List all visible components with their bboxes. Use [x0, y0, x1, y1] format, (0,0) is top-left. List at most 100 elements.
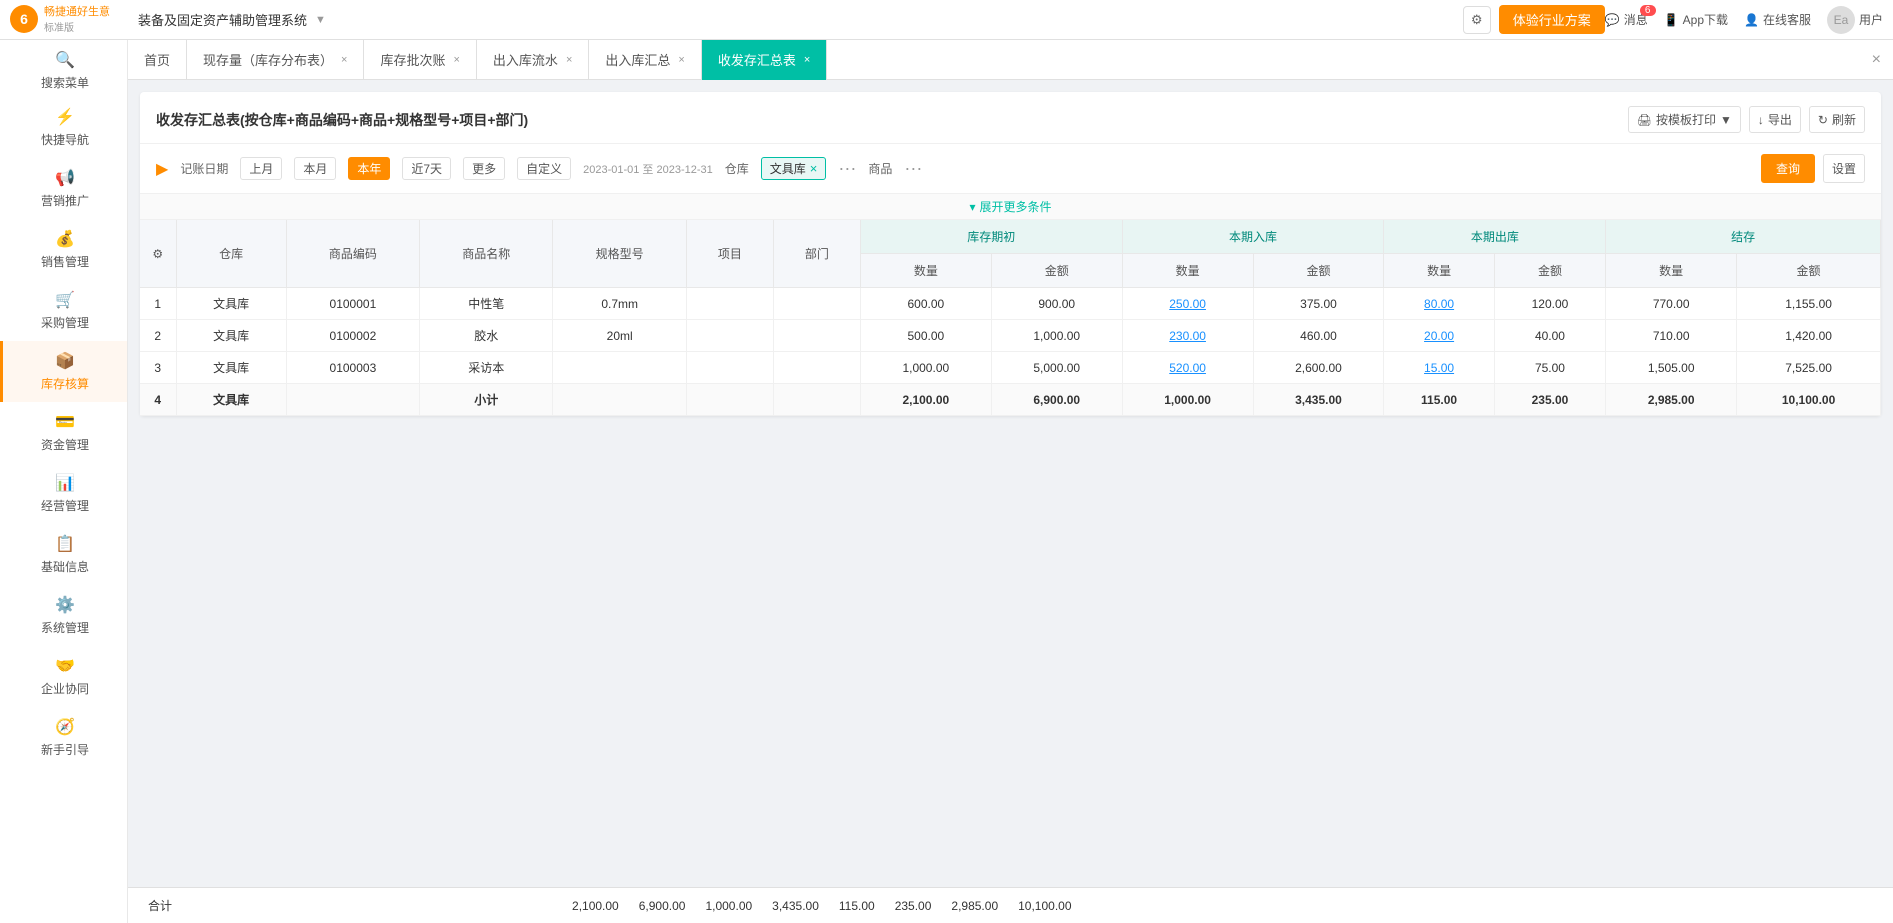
footer-out-qty: 115.00: [839, 899, 875, 913]
expand-icon: ▾: [969, 200, 975, 214]
main-area: 🔍 搜索菜单 ⚡ 快捷导航 📢 营销推广 💰 销售管理 🛒 采购管理 📦: [0, 40, 1893, 923]
th-dept: 部门: [773, 220, 860, 288]
top-bar: 6 畅捷通好生意 标准版 装备及固定资产辅助管理系统 ▼ ⚙ 体验行业方案 💬 …: [0, 0, 1893, 40]
query-button[interactable]: 查询: [1761, 154, 1815, 183]
content-card: 收发存汇总表(按仓库+商品编码+商品+规格型号+项目+部门) 🖨 按模板打印 ▼…: [140, 92, 1881, 416]
sidebar-item-system[interactable]: ⚙️ 系统管理: [0, 585, 127, 646]
th-out-amt: 金额: [1494, 254, 1606, 288]
sidebar-item-purchase[interactable]: 🛒 采购管理: [0, 280, 127, 341]
system-name: 装备及固定资产辅助管理系统: [138, 10, 307, 29]
page-title: 收发存汇总表(按仓库+商品编码+商品+规格型号+项目+部门): [156, 110, 528, 130]
app-download-item[interactable]: 📱 App下载: [1664, 11, 1728, 28]
tab-home[interactable]: 首页: [128, 40, 187, 80]
gear-button[interactable]: ⚙: [1463, 6, 1491, 34]
card-actions: 🖨 按模板打印 ▼ ↓ 导出 ↻ 刷新: [1628, 106, 1865, 133]
expand-button[interactable]: ▾ 展开更多条件: [969, 198, 1051, 215]
inventory-icon: 📦: [55, 351, 75, 371]
sidebar-item-search[interactable]: 🔍 搜索菜单: [0, 40, 127, 97]
footer-balance-amt: 10,100.00: [1018, 899, 1071, 913]
refresh-icon: ↻: [1818, 113, 1828, 127]
refresh-button[interactable]: ↻ 刷新: [1809, 106, 1865, 133]
tab-close-summary[interactable]: ×: [678, 54, 684, 66]
experience-button[interactable]: 体验行业方案: [1499, 5, 1605, 34]
sidebar-label-cooperation: 企业协同: [41, 680, 89, 697]
guide-icon: 🧭: [55, 717, 75, 737]
th-out-group: 本期出库: [1384, 220, 1606, 254]
goods-more-icon[interactable]: ···: [904, 158, 922, 179]
footer-in-qty: 1,000.00: [705, 899, 752, 913]
sidebar-label-operations: 经营管理: [41, 497, 89, 514]
warehouse-tag: 文具库 ×: [761, 157, 827, 180]
sidebar-item-finance[interactable]: 💳 资金管理: [0, 402, 127, 463]
date-btn-more[interactable]: 更多: [463, 157, 505, 180]
th-opening-amt: 金额: [991, 254, 1122, 288]
tab-batch[interactable]: 库存批次账 ×: [364, 40, 476, 80]
tab-inventory-dist[interactable]: 现存量（库存分布表） ×: [187, 40, 364, 80]
tab-close-batch[interactable]: ×: [453, 54, 459, 66]
quick-nav-icon: ⚡: [55, 107, 75, 127]
user-item[interactable]: Ea 用户: [1827, 6, 1883, 34]
sidebar-item-sales[interactable]: 💰 销售管理: [0, 219, 127, 280]
logo-text: 畅捷通好生意: [44, 5, 110, 19]
date-btn-this-year[interactable]: 本年: [348, 157, 390, 180]
sidebar-item-marketing[interactable]: 📢 营销推广: [0, 158, 127, 219]
data-table: ⚙ 仓库 商品编码 商品名称 规格型号 项目 部门 库存期初 本期入库: [140, 220, 1881, 416]
footer-bar: 合计 2,100.00 6,900.00 1,000.00 3,435.00 1…: [128, 887, 1893, 923]
sidebar-label-guide: 新手引导: [41, 741, 89, 758]
sidebar-item-quick-nav[interactable]: ⚡ 快捷导航: [0, 97, 127, 158]
warehouse-more-icon[interactable]: ···: [838, 158, 856, 179]
tab-label-flow: 出入库流水: [493, 50, 558, 69]
message-icon: 💬: [1605, 13, 1620, 27]
table-row: 2文具库0100002胶水20ml500.001,000.00230.00460…: [140, 320, 1881, 352]
sidebar-label-search: 搜索菜单: [41, 74, 89, 91]
sidebar-item-guide[interactable]: 🧭 新手引导: [0, 707, 127, 768]
message-badge: 6: [1640, 5, 1656, 16]
date-btn-7days[interactable]: 近7天: [402, 157, 451, 180]
date-btn-custom[interactable]: 自定义: [517, 157, 571, 180]
th-balance-qty: 数量: [1606, 254, 1737, 288]
footer-in-amt: 3,435.00: [772, 899, 819, 913]
export-button[interactable]: ↓ 导出: [1749, 106, 1801, 133]
sidebar-item-cooperation[interactable]: 🤝 企业协同: [0, 646, 127, 707]
online-service-item[interactable]: 👤 在线客服: [1744, 11, 1811, 28]
tab-close-inventory-dist[interactable]: ×: [341, 54, 347, 66]
message-item[interactable]: 💬 消息 6: [1605, 11, 1648, 28]
export-icon: ↓: [1758, 113, 1764, 127]
sidebar-item-operations[interactable]: 📊 经营管理: [0, 463, 127, 524]
tab-bar: 首页 现存量（库存分布表） × 库存批次账 × 出入库流水 × 出入库汇总 ×: [128, 40, 1893, 80]
sidebar-item-basic[interactable]: 📋 基础信息: [0, 524, 127, 585]
sidebar-label-quick-nav: 快捷导航: [41, 131, 89, 148]
tab-close-collection-summary[interactable]: ×: [804, 54, 810, 66]
sidebar-label-inventory: 库存核算: [41, 375, 89, 392]
tab-summary[interactable]: 出入库汇总 ×: [589, 40, 701, 80]
date-btn-last-month[interactable]: 上月: [240, 157, 282, 180]
tab-close-flow[interactable]: ×: [566, 54, 572, 66]
footer-total-label: 合计: [148, 897, 172, 914]
app-download-label: App下载: [1683, 11, 1728, 28]
dropdown-icon[interactable]: ▼: [315, 14, 326, 26]
th-settings: ⚙: [140, 220, 176, 288]
date-btn-this-month[interactable]: 本月: [294, 157, 336, 180]
filter-arrow-icon[interactable]: ▶: [156, 159, 168, 179]
user-label: 用户: [1859, 11, 1883, 28]
footer-balance-qty: 2,985.00: [951, 899, 998, 913]
settings-button[interactable]: 设置: [1823, 154, 1865, 183]
tab-collection-summary[interactable]: 收发存汇总表 ×: [702, 40, 827, 80]
service-icon: 👤: [1744, 13, 1759, 27]
logo-area: 6 畅捷通好生意 标准版: [10, 5, 138, 34]
th-warehouse: 仓库: [176, 220, 286, 288]
warehouse-tag-value: 文具库: [770, 160, 806, 177]
goods-filter-label: 商品: [868, 160, 892, 177]
date-range: 2023-01-01 至 2023-12-31: [583, 161, 713, 177]
sidebar-item-inventory[interactable]: 📦 库存核算: [0, 341, 127, 402]
expand-label: 展开更多条件: [980, 198, 1052, 215]
operations-icon: 📊: [55, 473, 75, 493]
print-button[interactable]: 🖨 按模板打印 ▼: [1628, 106, 1741, 133]
tab-flow[interactable]: 出入库流水 ×: [477, 40, 589, 80]
phone-icon: 📱: [1664, 13, 1679, 27]
th-in-group: 本期入库: [1122, 220, 1384, 254]
warehouse-tag-remove[interactable]: ×: [810, 161, 818, 176]
tab-close-all[interactable]: ×: [1860, 51, 1893, 69]
th-opening-qty: 数量: [860, 254, 991, 288]
logo-badge: 标准版: [44, 19, 110, 34]
